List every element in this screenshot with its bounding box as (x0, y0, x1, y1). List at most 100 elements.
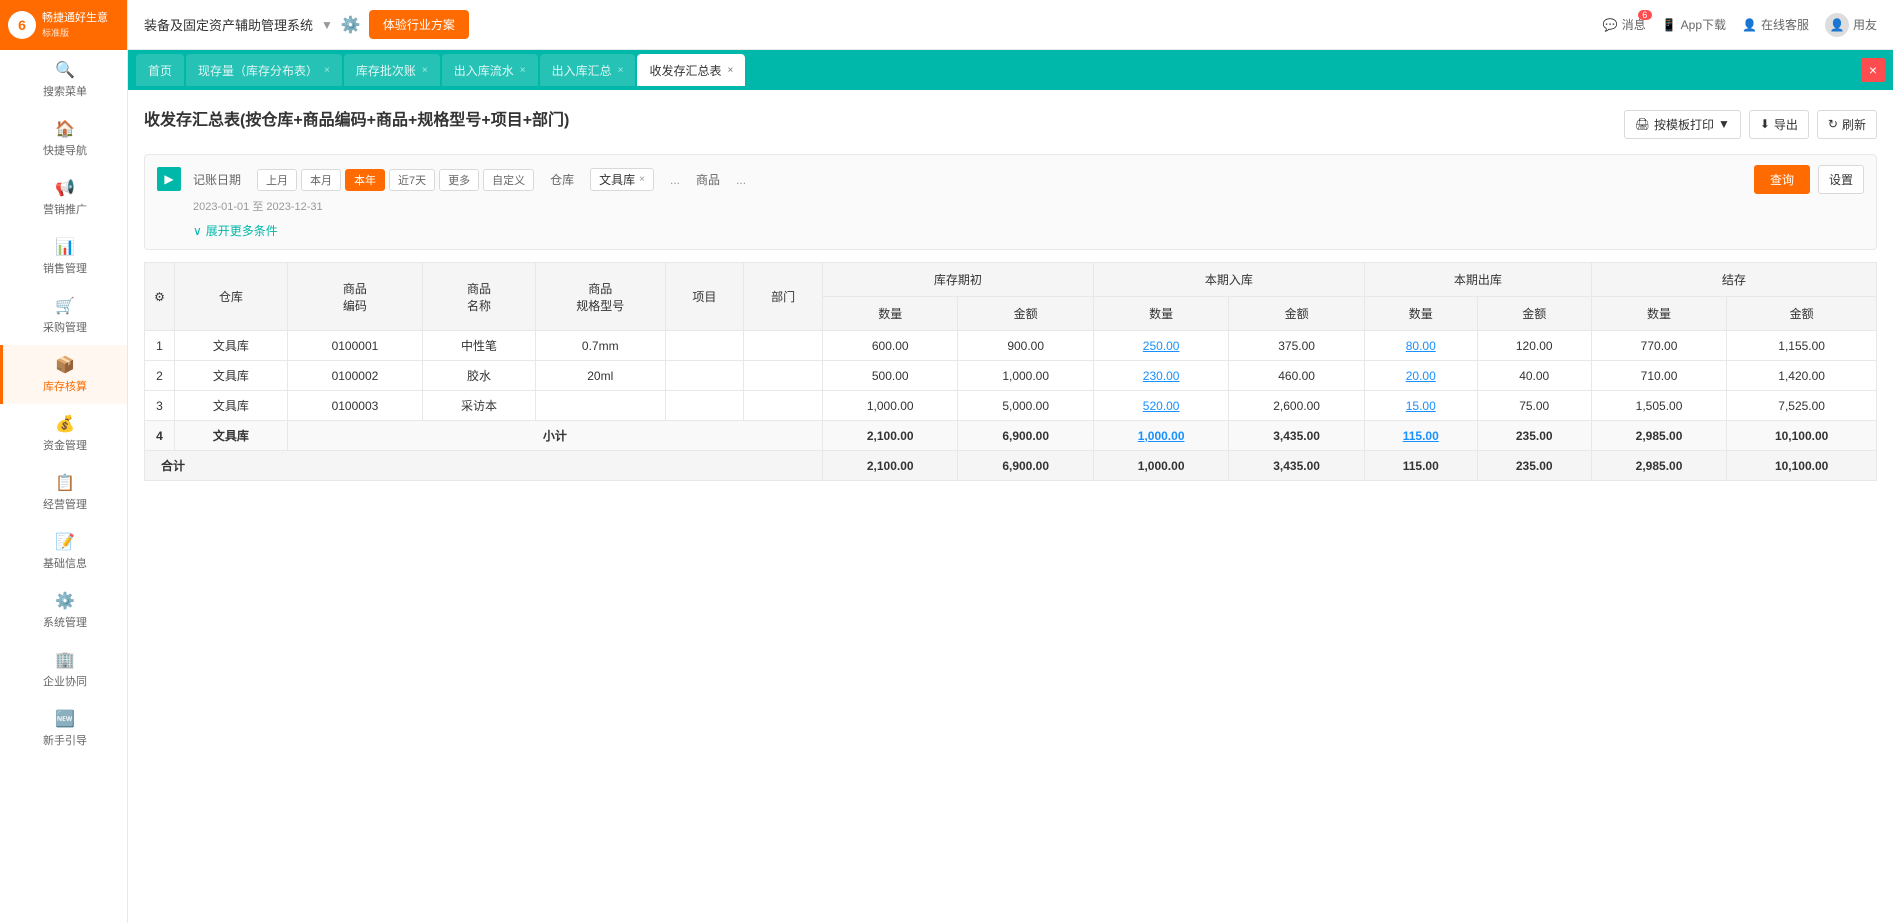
search-icon: 🔍 (55, 60, 75, 80)
table-body: 1 文具库 0100001 中性笔 0.7mm 600.00 900.00 25… (145, 331, 1877, 451)
date-btn-more[interactable]: 更多 (439, 169, 479, 191)
goods-more-dots[interactable]: ... (736, 173, 746, 187)
enterprise-icon: 🏢 (55, 650, 75, 670)
query-button[interactable]: 查询 (1754, 165, 1810, 194)
tab-close-stock-dist[interactable]: × (324, 65, 330, 76)
app-download-icon: 📱 (1662, 18, 1677, 32)
subtotal-warehouse: 文具库 (175, 421, 288, 451)
sidebar-item-label-basic-info: 基础信息 (43, 555, 87, 571)
sidebar: 6 畅捷通好生意 标准版 🔍搜索菜单🏠快捷导航📢营销推广📊销售管理🛒采购管理📦库… (0, 0, 128, 923)
header-settings-icon[interactable]: ⚙️ (341, 15, 361, 35)
tab-bar: 首页现存量（库存分布表）×库存批次账×出入库流水×出入库汇总×收发存汇总表×× (128, 50, 1893, 90)
app-download-area[interactable]: 📱 App下载 (1662, 16, 1726, 33)
row-in-qty[interactable]: 230.00 (1093, 361, 1228, 391)
row-name: 采访本 (423, 391, 536, 421)
row-warehouse: 文具库 (175, 331, 288, 361)
sidebar-item-operations[interactable]: 📋经营管理 (0, 463, 127, 522)
date-btn-7days[interactable]: 近7天 (389, 169, 435, 191)
date-btn-this-month[interactable]: 本月 (301, 169, 341, 191)
table-header: ⚙ 仓库 商品编码 商品名称 商品规格型号 项目 部门 库存期初 本期入库 本期… (145, 263, 1877, 331)
row-in-qty[interactable]: 520.00 (1093, 391, 1228, 421)
th-open-qty: 数量 (822, 297, 957, 331)
row-in-amt: 2,600.00 (1229, 391, 1364, 421)
online-service-area[interactable]: 👤 在线客服 (1742, 16, 1809, 33)
sidebar-item-sales[interactable]: 📊销售管理 (0, 227, 127, 286)
sidebar-item-quick-nav[interactable]: 🏠快捷导航 (0, 109, 127, 168)
table-row: 1 文具库 0100001 中性笔 0.7mm 600.00 900.00 25… (145, 331, 1877, 361)
tab-inout-summary[interactable]: 出入库汇总 × (540, 54, 636, 86)
warehouse-more-dots[interactable]: ... (670, 173, 680, 187)
online-service-label: 在线客服 (1761, 16, 1809, 33)
tab-label-stock-dist: 现存量（库存分布表） (198, 62, 318, 79)
sidebar-item-system[interactable]: ⚙️系统管理 (0, 581, 127, 640)
date-btn-custom[interactable]: 自定义 (483, 169, 534, 191)
tab-home[interactable]: 首页 (136, 54, 184, 86)
warehouse-tag-text: 文具库 (599, 171, 635, 188)
sidebar-item-label-inventory: 库存核算 (43, 378, 87, 394)
row-out-qty[interactable]: 15.00 (1364, 391, 1477, 421)
tab-close-batch[interactable]: × (422, 65, 428, 76)
subtotal-no: 4 (145, 421, 175, 451)
user-name-label: 用友 (1853, 16, 1877, 33)
th-goods-spec: 商品规格型号 (535, 263, 665, 331)
th-period-out: 本期出库 (1364, 263, 1591, 297)
refresh-button[interactable]: ↻ 刷新 (1817, 110, 1877, 139)
sidebar-item-basic-info[interactable]: 📝 基础信息 (0, 522, 127, 581)
th-open-amt: 金额 (958, 297, 1093, 331)
sidebar-item-label-guide: 新手引导 (43, 732, 87, 748)
tab-close-inout-flow[interactable]: × (520, 65, 526, 76)
tab-label-inout-flow: 出入库流水 (454, 62, 514, 79)
subtotal-out-qty[interactable]: 115.00 (1364, 421, 1477, 451)
table-row: 2 文具库 0100002 胶水 20ml 500.00 1,000.00 23… (145, 361, 1877, 391)
sidebar-item-finance[interactable]: 💰资金管理 (0, 404, 127, 463)
tab-close-recv-send-summary[interactable]: × (727, 65, 733, 76)
row-dept (744, 361, 823, 391)
total-bal-qty: 2,985.00 (1591, 451, 1726, 481)
row-out-amt: 120.00 (1477, 331, 1591, 361)
settings-button[interactable]: 设置 (1818, 165, 1864, 194)
date-btn-this-year[interactable]: 本年 (345, 169, 385, 191)
row-code: 0100001 (287, 331, 422, 361)
row-in-qty[interactable]: 250.00 (1093, 331, 1228, 361)
sidebar-item-enterprise[interactable]: 🏢企业协同 (0, 640, 127, 699)
tab-stock-dist[interactable]: 现存量（库存分布表） × (186, 54, 342, 86)
th-period-in: 本期入库 (1093, 263, 1364, 297)
purchase-icon: 🛒 (55, 296, 75, 316)
tab-inout-flow[interactable]: 出入库流水 × (442, 54, 538, 86)
tab-label-inout-summary: 出入库汇总 (552, 62, 612, 79)
notification-icon: 💬 (1603, 18, 1618, 32)
notification-area[interactable]: 💬 6 消息 (1603, 16, 1646, 33)
user-area[interactable]: 👤 用友 (1825, 13, 1877, 37)
row-out-qty[interactable]: 20.00 (1364, 361, 1477, 391)
sidebar-item-guide[interactable]: 🆕 新手引导 (0, 699, 127, 758)
header-dropdown-icon[interactable]: ▼ (321, 18, 333, 32)
tab-close-inout-summary[interactable]: × (618, 65, 624, 76)
th-settings[interactable]: ⚙ (145, 263, 175, 331)
warehouse-tag-close[interactable]: × (639, 174, 645, 185)
row-out-qty[interactable]: 80.00 (1364, 331, 1477, 361)
total-out-qty: 115.00 (1364, 451, 1477, 481)
date-btn-last-month[interactable]: 上月 (257, 169, 297, 191)
print-button[interactable]: 🖨 按模板打印 ▼ (1624, 110, 1741, 139)
close-window-button[interactable]: × (1861, 58, 1885, 82)
th-warehouse: 仓库 (175, 263, 288, 331)
row-name: 胶水 (423, 361, 536, 391)
right-actions: 🖨 按模板打印 ▼ ⬇ 导出 ↻ 刷新 (1624, 110, 1877, 139)
tab-batch[interactable]: 库存批次账× (344, 54, 440, 86)
sidebar-item-marketing[interactable]: 📢营销推广 (0, 168, 127, 227)
sidebar-subtitle: 标准版 (42, 26, 108, 39)
sidebar-item-purchase[interactable]: 🛒采购管理 (0, 286, 127, 345)
guide-icon: 🆕 (55, 709, 75, 729)
expand-conditions-button[interactable]: ∨ 展开更多条件 (193, 222, 1864, 239)
row-open-amt: 5,000.00 (958, 391, 1093, 421)
sidebar-item-search[interactable]: 🔍搜索菜单 (0, 50, 127, 109)
trial-button[interactable]: 体验行业方案 (369, 10, 469, 39)
subtotal-in-qty[interactable]: 1,000.00 (1093, 421, 1228, 451)
basic-info-icon: 📝 (55, 532, 75, 552)
top-header: 装备及固定资产辅助管理系统 ▼ ⚙️ 体验行业方案 💬 6 消息 📱 App下载… (128, 0, 1893, 50)
finance-icon: 💰 (55, 414, 75, 434)
tab-recv-send-summary[interactable]: 收发存汇总表× (637, 54, 745, 86)
filter-toggle[interactable]: ▶ (157, 167, 181, 191)
export-button[interactable]: ⬇ 导出 (1749, 110, 1809, 139)
sidebar-item-inventory[interactable]: 📦库存核算 (0, 345, 127, 404)
